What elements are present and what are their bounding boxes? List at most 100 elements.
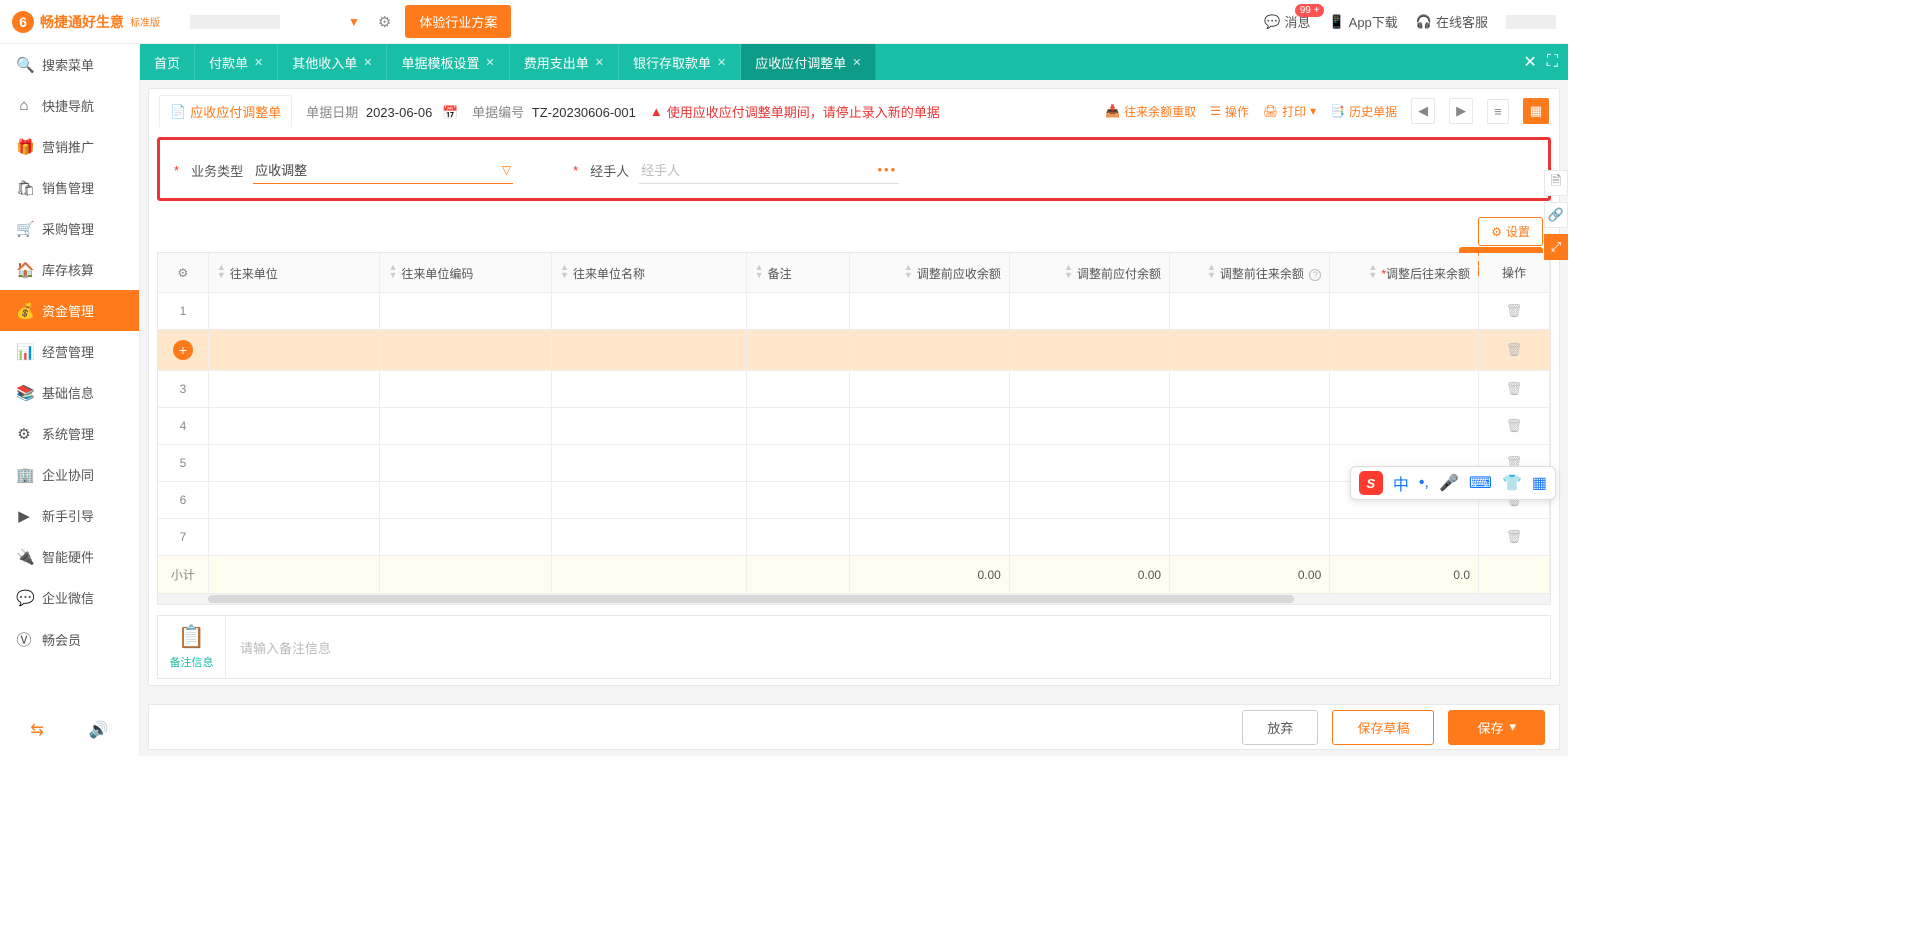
table-row[interactable]: +🗑 xyxy=(158,330,1550,371)
cell-pre-recv[interactable] xyxy=(849,293,1009,330)
delete-row-icon[interactable]: 🗑 xyxy=(1506,529,1523,544)
operate-menu[interactable]: ☰ 操作 xyxy=(1210,103,1249,120)
messages-button[interactable]: 💬 消息 99 + xyxy=(1264,12,1310,31)
cell-post-bal[interactable] xyxy=(1330,408,1479,445)
rail-expand-icon[interactable]: ⤢ xyxy=(1544,234,1568,260)
cell-pre-pay[interactable] xyxy=(1009,408,1169,445)
info-icon[interactable]: ? xyxy=(1309,269,1321,281)
cell-pre-pay[interactable] xyxy=(1009,519,1169,556)
history-button[interactable]: 📑 历史单据 xyxy=(1330,103,1397,120)
save-draft-button[interactable]: 保存草稿 xyxy=(1332,710,1434,745)
cell-pre-recv[interactable] xyxy=(849,445,1009,482)
close-icon[interactable]: ✕ xyxy=(486,56,495,69)
org-selector[interactable]: ▼ xyxy=(190,15,360,29)
prev-doc-icon[interactable]: ◀ xyxy=(1411,98,1435,124)
cell-post-bal[interactable] xyxy=(1330,371,1479,408)
cell-remark[interactable] xyxy=(746,445,849,482)
table-row[interactable]: 1🗑 xyxy=(158,293,1550,330)
sidebar-item-12[interactable]: 🔌智能硬件 xyxy=(0,536,139,577)
notes-input[interactable]: 请输入备注信息 xyxy=(226,638,1550,657)
tab-1[interactable]: 付款单✕ xyxy=(195,44,278,80)
cell-pre-recv[interactable] xyxy=(849,519,1009,556)
sidebar-item-14[interactable]: Ⓥ畅会员 xyxy=(0,618,139,661)
close-icon[interactable]: ✕ xyxy=(595,56,604,69)
cell-pre-recv[interactable] xyxy=(849,482,1009,519)
cell-pre-recv[interactable] xyxy=(849,371,1009,408)
more-icon[interactable]: ••• xyxy=(878,162,898,177)
sidebar-collapse-icon[interactable]: ⇆ xyxy=(30,720,43,740)
col-config[interactable]: ⚙ xyxy=(158,253,208,293)
rail-link-icon[interactable]: 🔗 xyxy=(1544,202,1568,228)
sidebar-item-5[interactable]: 🏠库存核算 xyxy=(0,249,139,290)
table-row[interactable]: 5🗑 xyxy=(158,445,1550,482)
cell-unit-name[interactable] xyxy=(552,519,747,556)
reset-balance-button[interactable]: 📥 往来余额重取 xyxy=(1105,103,1196,120)
cell-pre-bal[interactable] xyxy=(1170,445,1330,482)
cell-remark[interactable] xyxy=(746,482,849,519)
cell-post-bal[interactable] xyxy=(1330,330,1479,371)
close-icon[interactable]: ✕ xyxy=(254,56,263,69)
cell-post-bal[interactable] xyxy=(1330,519,1479,556)
ime-punct-icon[interactable]: •, xyxy=(1419,474,1429,492)
tab-5[interactable]: 银行存取款单✕ xyxy=(619,44,741,80)
cell-unit-code[interactable] xyxy=(380,445,552,482)
table-row[interactable]: 3🗑 xyxy=(158,371,1550,408)
cell-pre-pay[interactable] xyxy=(1009,482,1169,519)
user-menu[interactable] xyxy=(1506,15,1556,29)
col-pre-recv[interactable]: ▲▼调整前应收余额 xyxy=(849,253,1009,293)
cell-unit-name[interactable] xyxy=(552,445,747,482)
settings-button[interactable]: ⚙ 设置 xyxy=(1478,217,1543,246)
cell-unit[interactable] xyxy=(208,445,380,482)
sidebar-item-0[interactable]: 🔍搜索菜单 xyxy=(0,44,139,85)
cell-unit-name[interactable] xyxy=(552,293,747,330)
delete-row-icon[interactable]: 🗑 xyxy=(1506,342,1523,357)
horizontal-scrollbar[interactable] xyxy=(158,594,1550,604)
cell-unit-code[interactable] xyxy=(380,371,552,408)
scrollbar-thumb[interactable] xyxy=(208,595,1294,603)
cell-unit-code[interactable] xyxy=(380,330,552,371)
tab-6[interactable]: 应收应付调整单✕ xyxy=(741,44,876,80)
cell-unit-code[interactable] xyxy=(380,519,552,556)
tab-0[interactable]: 首页 xyxy=(140,44,195,80)
sidebar-item-9[interactable]: ⚙系统管理 xyxy=(0,413,139,454)
cell-unit-name[interactable] xyxy=(552,330,747,371)
col-post-bal[interactable]: ▲▼*调整后往来余额 xyxy=(1330,253,1479,293)
sidebar-item-10[interactable]: 🏢企业协同 xyxy=(0,454,139,495)
sidebar-item-1[interactable]: ⌂快捷导航 xyxy=(0,85,139,126)
business-type-select[interactable]: 应收调整 ▽ xyxy=(253,156,513,184)
cell-pre-pay[interactable] xyxy=(1009,371,1169,408)
sidebar-item-7[interactable]: 📊经营管理 xyxy=(0,331,139,372)
cell-post-bal[interactable] xyxy=(1330,293,1479,330)
ime-skin-icon[interactable]: 👕 xyxy=(1502,473,1522,493)
add-row-button[interactable]: + xyxy=(173,340,193,360)
cell-remark[interactable] xyxy=(746,519,849,556)
cell-remark[interactable] xyxy=(746,293,849,330)
cell-unit[interactable] xyxy=(208,330,380,371)
sidebar-sound-icon[interactable]: 🔊 xyxy=(89,720,109,740)
cell-pre-pay[interactable] xyxy=(1009,330,1169,371)
close-icon[interactable]: ✕ xyxy=(852,56,861,69)
try-industry-button[interactable]: 体验行业方案 xyxy=(405,5,511,38)
next-doc-icon[interactable]: ▶ xyxy=(1449,98,1473,124)
cell-unit-code[interactable] xyxy=(380,408,552,445)
col-pre-pay[interactable]: ▲▼调整前应付余额 xyxy=(1009,253,1169,293)
sidebar-item-4[interactable]: 🛒采购管理 xyxy=(0,208,139,249)
table-row[interactable]: 7🗑 xyxy=(158,519,1550,556)
expand-icon[interactable]: ⛶ xyxy=(1547,53,1558,71)
sidebar-item-2[interactable]: 🎁营销推广 xyxy=(0,126,139,167)
rail-note-icon[interactable]: 🗎 xyxy=(1544,170,1568,196)
cell-unit[interactable] xyxy=(208,519,380,556)
cell-unit[interactable] xyxy=(208,408,380,445)
close-icon[interactable]: ✕ xyxy=(717,56,726,69)
cell-unit-code[interactable] xyxy=(380,482,552,519)
cell-pre-bal[interactable] xyxy=(1170,519,1330,556)
cell-unit-name[interactable] xyxy=(552,408,747,445)
grid-view-icon[interactable]: ▦ xyxy=(1523,98,1549,124)
col-unit-name[interactable]: ▲▼往来单位名称 xyxy=(552,253,747,293)
cell-remark[interactable] xyxy=(746,330,849,371)
sidebar-item-8[interactable]: 📚基础信息 xyxy=(0,372,139,413)
doc-date-value[interactable]: 2023-06-06 xyxy=(366,105,433,120)
delete-row-icon[interactable]: 🗑 xyxy=(1506,418,1523,433)
cell-pre-bal[interactable] xyxy=(1170,330,1330,371)
support-button[interactable]: 🎧 在线客服 xyxy=(1416,12,1488,31)
